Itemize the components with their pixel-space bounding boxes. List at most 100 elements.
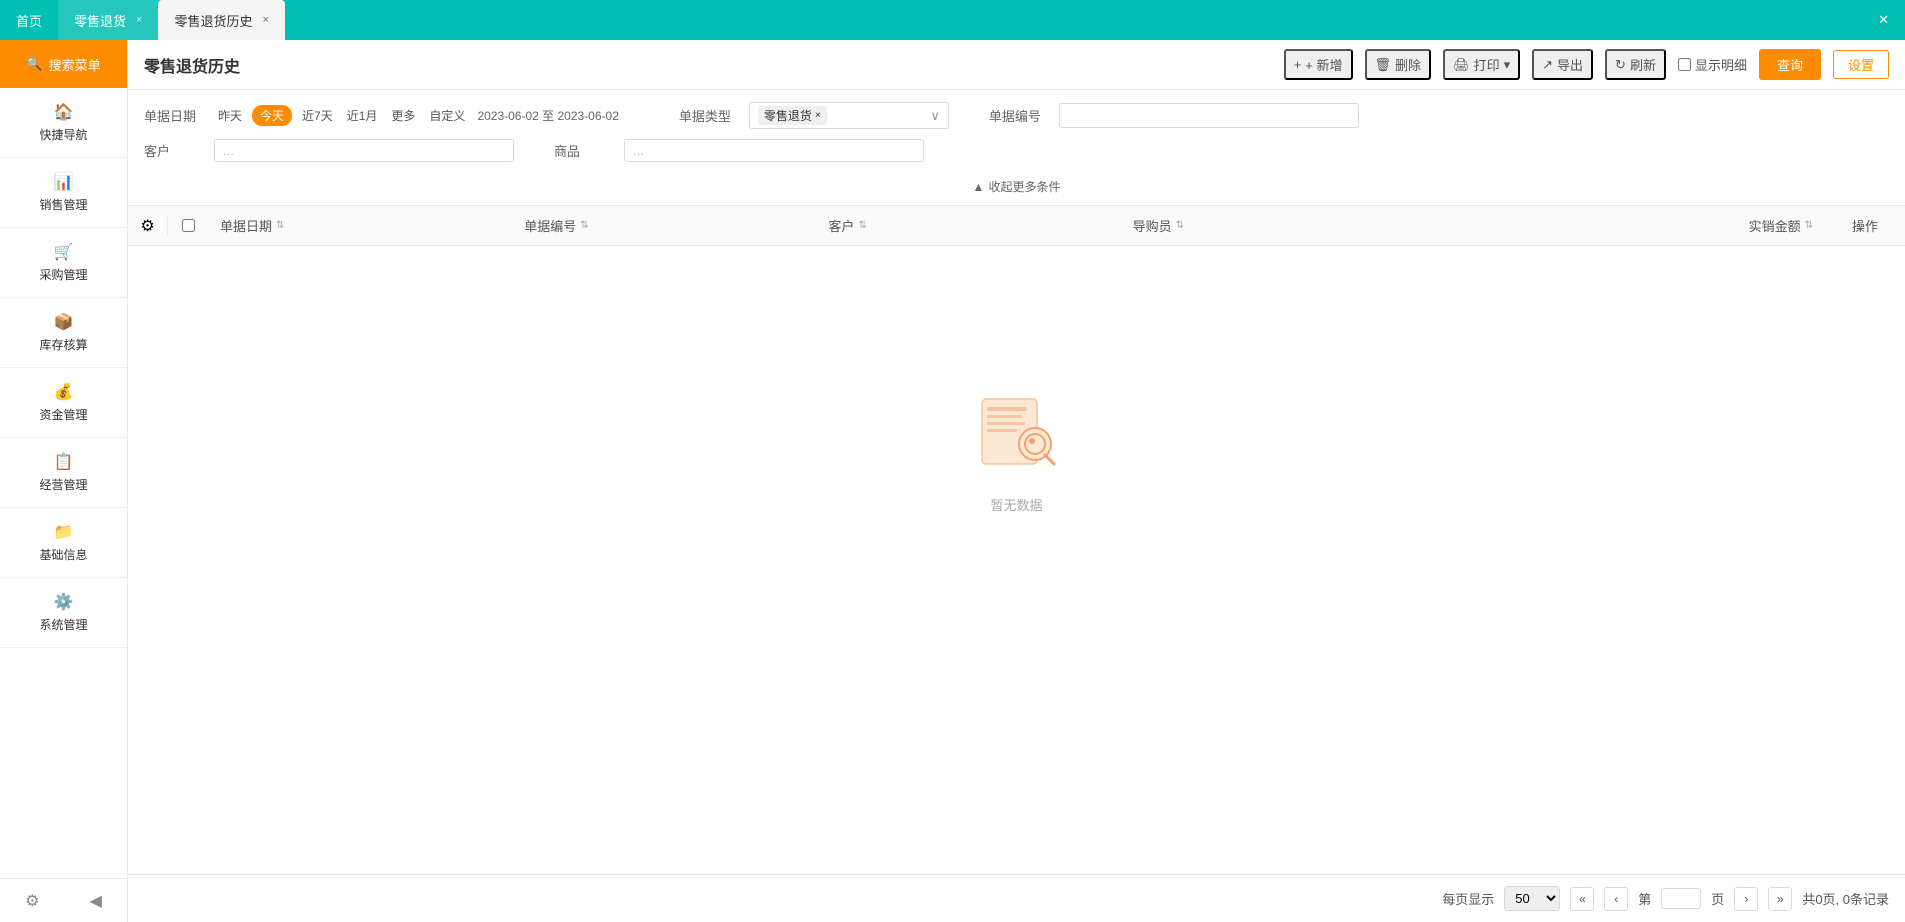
date-btn-custom[interactable]: 自定义	[425, 105, 469, 126]
select-all-checkbox[interactable]	[182, 219, 195, 232]
page-last-btn[interactable]: »	[1768, 887, 1792, 911]
add-button[interactable]: + + 新增	[1284, 49, 1353, 80]
tab-retail-return[interactable]: 零售退货 ×	[58, 0, 158, 40]
type-tag-close[interactable]: ×	[815, 110, 821, 121]
quick-nav-icon: 🏠	[54, 102, 74, 122]
export-button[interactable]: ↗ 导出	[1532, 49, 1593, 80]
print-icon: 🖨	[1453, 57, 1470, 73]
collapse-sidebar-icon[interactable]: ◀	[90, 891, 102, 911]
sidebar-nav: 🏠 快捷导航 📊 销售管理 🛒 采购管理 📦 库存核算 💰 资金管理 📋	[0, 88, 127, 878]
tab-retail-return-history[interactable]: 零售退货历史 ×	[158, 0, 284, 40]
sales-mgmt-icon: 📊	[54, 172, 74, 192]
purchase-mgmt-icon: 🛒	[54, 242, 74, 262]
type-filter-label: 单据类型	[679, 106, 749, 125]
basic-info-icon: 📁	[54, 522, 74, 542]
th-ops: 操作	[1825, 216, 1905, 235]
date-btn-yesterday[interactable]: 昨天	[214, 105, 246, 126]
retail-return-history-tab-label: 零售退货历史	[174, 11, 252, 30]
date-btn-1month[interactable]: 近1月	[343, 105, 382, 126]
tab-bar: 首页 零售退货 × 零售退货历史 ×	[0, 0, 285, 40]
th-amount[interactable]: 实销金额 ⇅	[1705, 216, 1825, 235]
show-detail-input[interactable]	[1678, 58, 1691, 71]
sidebar-search[interactable]: 🔍 搜索菜单	[0, 40, 127, 88]
settings-bottom-icon[interactable]: ⚙	[25, 891, 39, 911]
system-mgmt-label: 系统管理	[39, 616, 87, 633]
date-filter-btns: 昨天 今天 近7天 近1月 更多 自定义	[214, 105, 469, 126]
sidebar-item-quick-nav[interactable]: 🏠 快捷导航	[0, 88, 127, 158]
th-checkbox[interactable]	[168, 219, 208, 232]
retail-return-history-tab-close[interactable]: ×	[262, 14, 268, 26]
table-area: ⚙ 单据日期 ⇅ 单据编号 ⇅ 客户 ⇅ 导购员	[128, 206, 1905, 874]
top-bar: 首页 零售退货 × 零售退货历史 × ✕	[0, 0, 1905, 40]
sidebar-item-purchase-mgmt[interactable]: 🛒 采购管理	[0, 228, 127, 298]
th-customer-label: 客户	[828, 216, 854, 235]
type-tag-label: 零售退货	[764, 107, 812, 124]
inventory-icon: 📦	[54, 312, 74, 332]
docno-filter-label: 单据编号	[989, 106, 1059, 125]
th-ops-label: 操作	[1852, 216, 1878, 235]
retail-return-tab-close[interactable]: ×	[136, 14, 142, 26]
sidebar-item-system-mgmt[interactable]: ⚙️ 系统管理	[0, 578, 127, 648]
page-first-btn[interactable]: «	[1570, 887, 1594, 911]
date-range-display: 2023-06-02 至 2023-06-02	[477, 107, 618, 124]
show-detail-checkbox[interactable]: 显示明细	[1678, 55, 1747, 74]
show-detail-label: 显示明细	[1695, 55, 1747, 74]
query-button[interactable]: 查询	[1759, 49, 1821, 80]
collapse-filter-label: 收起更多条件	[988, 178, 1060, 195]
page-input[interactable]: 1	[1661, 888, 1701, 909]
settings-icon: ⚙	[140, 216, 154, 236]
sales-mgmt-label: 销售管理	[39, 196, 87, 213]
export-icon: ↗	[1542, 57, 1553, 73]
customer-select[interactable]: ...	[214, 139, 514, 162]
inventory-label: 库存核算	[39, 336, 87, 353]
finance-label: 资金管理	[39, 406, 87, 423]
sidebar-item-operations[interactable]: 📋 经营管理	[0, 438, 127, 508]
docno-filter-input[interactable]	[1059, 103, 1359, 128]
th-date[interactable]: 单据日期 ⇅	[208, 216, 512, 235]
retail-return-tab-label: 零售退货	[74, 11, 126, 30]
sidebar: 🔍 搜索菜单 🏠 快捷导航 📊 销售管理 🛒 采购管理 📦 库存核算 💰	[0, 40, 128, 922]
collapse-arrow-icon: ▲	[973, 180, 985, 194]
page-label: 第	[1638, 889, 1651, 908]
goods-select[interactable]: ...	[624, 139, 924, 162]
sidebar-bottom: ⚙ ◀	[0, 878, 127, 922]
sidebar-item-basic-info[interactable]: 📁 基础信息	[0, 508, 127, 578]
content-area: 零售退货历史 + + 新增 🗑 删除 🖨 打印 ▾ ↗ 导出	[128, 40, 1905, 922]
th-customer[interactable]: 客户 ⇅	[816, 216, 1120, 235]
print-button[interactable]: 🖨 打印 ▾	[1443, 49, 1520, 80]
page-prev-btn[interactable]: ‹	[1604, 887, 1628, 911]
settings-button[interactable]: 设置	[1833, 50, 1889, 79]
refresh-icon: ↻	[1615, 57, 1626, 73]
filter-row-customer: 客户 ... 商品 ...	[144, 139, 1889, 162]
goods-filter-label: 商品	[554, 141, 624, 160]
th-settings[interactable]: ⚙	[128, 216, 168, 236]
delete-button[interactable]: 🗑 删除	[1365, 49, 1432, 80]
sidebar-item-inventory[interactable]: 📦 库存核算	[0, 298, 127, 368]
th-guide[interactable]: 导购员 ⇅	[1121, 216, 1425, 235]
th-docno[interactable]: 单据编号 ⇅	[512, 216, 816, 235]
date-btn-7days[interactable]: 近7天	[298, 105, 337, 126]
th-amount-label: 实销金额	[1749, 216, 1801, 235]
refresh-button[interactable]: ↻ 刷新	[1605, 49, 1666, 80]
amount-sort-icon: ⇅	[1805, 220, 1813, 231]
sidebar-item-sales-mgmt[interactable]: 📊 销售管理	[0, 158, 127, 228]
search-icon: 🔍	[26, 56, 42, 72]
date-btn-more[interactable]: 更多	[387, 105, 419, 126]
page-size-label: 每页显示	[1442, 889, 1494, 908]
purchase-mgmt-label: 采购管理	[39, 266, 87, 283]
operations-icon: 📋	[54, 452, 74, 472]
filter-row-date: 单据日期 昨天 今天 近7天 近1月 更多 自定义 2023-06-02 至 2…	[144, 102, 1889, 129]
type-select[interactable]: 零售退货 × ∨	[749, 102, 949, 129]
top-bar-close[interactable]: ✕	[1878, 12, 1905, 28]
tab-home[interactable]: 首页	[0, 0, 58, 40]
date-filter-label: 单据日期	[144, 106, 214, 125]
date-btn-today[interactable]: 今天	[252, 105, 292, 126]
operations-label: 经营管理	[39, 476, 87, 493]
sidebar-item-finance[interactable]: 💰 资金管理	[0, 368, 127, 438]
page-header: 零售退货历史 + + 新增 🗑 删除 🖨 打印 ▾ ↗ 导出	[128, 40, 1905, 90]
page-size-select[interactable]: 10 20 50 100	[1504, 886, 1560, 911]
page-next-btn[interactable]: ›	[1734, 887, 1758, 911]
collapse-filter-btn[interactable]: ▲ 收起更多条件	[144, 172, 1889, 205]
sidebar-search-label: 搜索菜单	[49, 55, 101, 74]
goods-placeholder: ...	[633, 143, 644, 158]
